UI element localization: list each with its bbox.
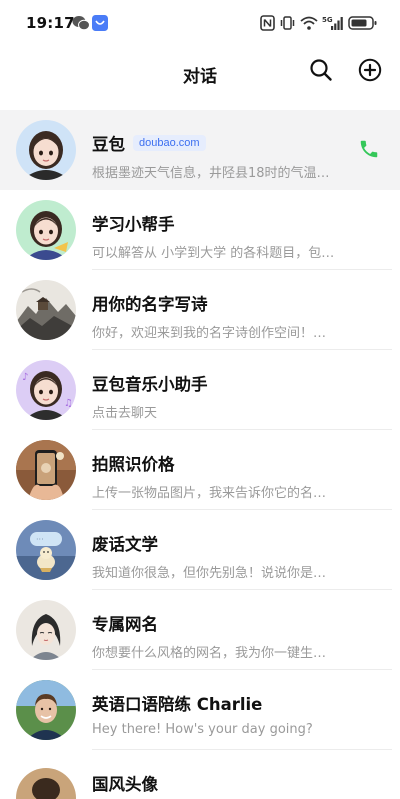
chat-preview: 可以解答从 小学到大学 的各科题目，包…	[92, 246, 335, 261]
app-header: 对话	[0, 46, 400, 102]
chat-preview: 你想要什么风格的网名，我为你一键生…	[92, 646, 327, 661]
avatar	[16, 440, 76, 500]
status-icons: 5G	[260, 14, 378, 32]
page-title: 对话	[183, 67, 217, 87]
chat-name: 英语口语陪练 Charlie	[92, 695, 263, 714]
avatar	[16, 280, 76, 340]
svg-text:···: ···	[36, 535, 44, 544]
chat-list-overflow: 国风头像	[0, 750, 400, 799]
search-button[interactable]	[307, 58, 335, 86]
notification-app-icon	[92, 15, 108, 35]
svg-text:♪: ♪	[22, 372, 28, 383]
signal-5g-icon: 5G	[322, 15, 344, 31]
chat-name: 专属网名	[92, 615, 158, 634]
plus-circle-icon	[358, 58, 382, 86]
chat-item-nonsense-lit[interactable]: ··· 废话文学 我知道你很急，但你先别急！说说你是…	[0, 510, 400, 590]
chat-preview: 点击去聊天	[92, 406, 158, 421]
chat-name: 豆包	[92, 135, 125, 154]
wifi-icon	[300, 15, 318, 31]
chat-item-custom-nickname[interactable]: 专属网名 你想要什么风格的网名，我为你一键生…	[0, 590, 400, 670]
chat-name: 豆包音乐小助手	[92, 375, 208, 394]
avatar	[16, 768, 76, 799]
chat-name: 学习小帮手	[92, 215, 175, 234]
status-time: 19:17	[26, 14, 75, 32]
avatar	[16, 680, 76, 740]
chat-item-study-helper[interactable]: 学习小帮手 可以解答从 小学到大学 的各科题目，包…	[0, 190, 400, 270]
vibrate-icon	[279, 15, 296, 31]
chat-name: 用你的名字写诗	[92, 295, 208, 314]
avatar: ♪ ♫	[16, 360, 76, 420]
chat-preview: Hey there! How's your day going?	[92, 722, 313, 737]
chat-preview: 你好，欢迎来到我的名字诗创作空间！…	[92, 326, 327, 341]
svg-text:♫: ♫	[64, 398, 73, 409]
battery-icon	[348, 15, 378, 31]
domain-badge[interactable]: doubao.com	[133, 135, 206, 151]
chat-preview: 我知道你很急，但你先别急！说说你是…	[92, 566, 327, 581]
chat-item-doubao[interactable]: 豆包 doubao.com 根据墨迹天气信息，井陉县18时的气温…	[0, 110, 400, 190]
avatar	[16, 200, 76, 260]
chat-name: 拍照识价格	[92, 455, 175, 474]
chat-name: 废话文学	[92, 535, 158, 554]
phone-call-icon[interactable]	[358, 138, 380, 160]
status-bar: 19:17 5G	[0, 0, 400, 46]
avatar: ···	[16, 520, 76, 580]
chat-list: 豆包 doubao.com 根据墨迹天气信息，井陉县18时的气温… 学习小帮手	[0, 110, 400, 750]
chat-preview: 上传一张物品图片，我来告诉你它的名…	[92, 486, 327, 501]
new-chat-button[interactable]	[356, 58, 384, 86]
svg-text:5G: 5G	[322, 16, 333, 24]
avatar	[16, 600, 76, 660]
nfc-icon	[260, 15, 275, 31]
search-icon	[309, 58, 333, 86]
chat-item-music-assistant[interactable]: ♪ ♫ 豆包音乐小助手 点击去聊天	[0, 350, 400, 430]
chat-name: 国风头像	[92, 775, 158, 794]
wechat-icon	[72, 15, 90, 35]
avatar	[16, 120, 76, 180]
chat-item-photo-price[interactable]: 拍照识价格 上传一张物品图片，我来告诉你它的名…	[0, 430, 400, 510]
chat-preview: 根据墨迹天气信息，井陉县18时的气温…	[92, 166, 330, 181]
chat-item-english-charlie[interactable]: 英语口语陪练 Charlie Hey there! How's your day…	[0, 670, 400, 750]
chat-item-guofeng-avatar[interactable]: 国风头像	[0, 750, 400, 799]
chat-item-name-poem[interactable]: 用你的名字写诗 你好，欢迎来到我的名字诗创作空间！…	[0, 270, 400, 350]
